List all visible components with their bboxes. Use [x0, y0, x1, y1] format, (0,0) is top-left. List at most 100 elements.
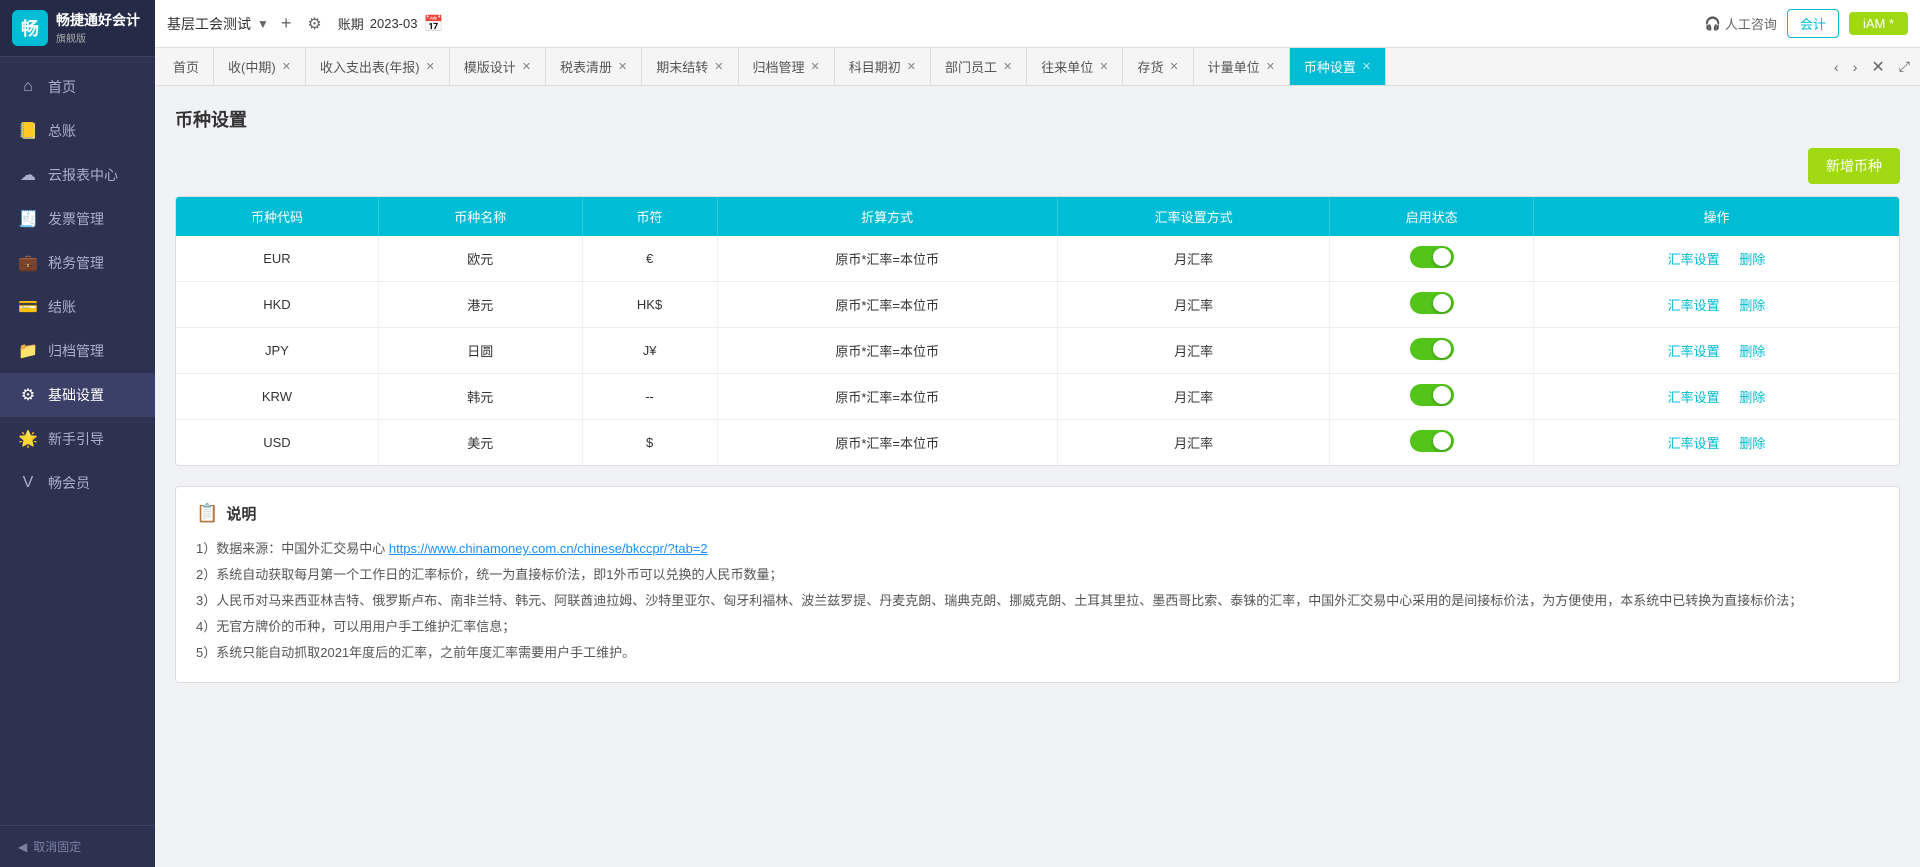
- sidebar-item-guide[interactable]: 🌟 新手引导: [0, 417, 155, 461]
- sidebar-item-reports[interactable]: ☁ 云报表中心: [0, 153, 155, 197]
- tab-prev-button[interactable]: ‹: [1828, 57, 1845, 77]
- topbar-settings-icon[interactable]: ⚙: [303, 14, 325, 34]
- note-item-2: 2）系统自动获取每月第一个工作日的汇率标价，统一为直接标价法，即1外币可以兑换的…: [196, 562, 1879, 588]
- tab-template[interactable]: 模版设计 ✕: [450, 48, 546, 86]
- toggle-status[interactable]: [1410, 246, 1454, 268]
- tab-period[interactable]: 期末结转 ✕: [642, 48, 738, 86]
- tab-period-close[interactable]: ✕: [714, 60, 723, 73]
- cell-rate-type: 月汇率: [1057, 420, 1329, 466]
- tab-currency-close[interactable]: ✕: [1362, 60, 1371, 73]
- tab-dept[interactable]: 部门员工 ✕: [931, 48, 1027, 86]
- tab-income-close[interactable]: ✕: [426, 60, 435, 73]
- sidebar-item-home[interactable]: ⌂ 首页: [0, 65, 155, 109]
- cell-status: [1330, 236, 1534, 282]
- user-badge[interactable]: iAM *: [1849, 12, 1908, 35]
- rate-setting-link[interactable]: 汇率设置: [1668, 298, 1720, 313]
- cell-status: [1330, 374, 1534, 420]
- cell-symbol: HK$: [582, 282, 717, 328]
- delete-link[interactable]: 删除: [1739, 298, 1765, 313]
- tab-taxclear[interactable]: 税表清册 ✕: [546, 48, 642, 86]
- tab-dept-close[interactable]: ✕: [1003, 60, 1012, 73]
- account-type-button[interactable]: 会计: [1787, 9, 1839, 38]
- sidebar-unpin[interactable]: ◀ 取消固定: [0, 825, 155, 867]
- tab-measure-close[interactable]: ✕: [1266, 60, 1275, 73]
- delete-link[interactable]: 删除: [1739, 390, 1765, 405]
- tab-contacts-close[interactable]: ✕: [1099, 60, 1108, 73]
- sidebar-item-member[interactable]: V 畅会员: [0, 461, 155, 505]
- toggle-status[interactable]: [1410, 292, 1454, 314]
- rate-setting-link[interactable]: 汇率设置: [1668, 436, 1720, 451]
- col-name: 币种名称: [378, 197, 582, 236]
- tabbar: 首页 收(中期) ✕ 收入支出表(年报) ✕ 模版设计 ✕ 税表清册 ✕ 期末结…: [155, 48, 1920, 86]
- sidebar-item-label: 总账: [48, 121, 76, 141]
- company-name: 基层工会测试: [167, 14, 251, 34]
- cell-rate-type: 月汇率: [1057, 328, 1329, 374]
- sidebar-item-settings[interactable]: ⚙ 基础设置: [0, 373, 155, 417]
- sidebar-item-ledger[interactable]: 📒 总账: [0, 109, 155, 153]
- sidebar-item-archive[interactable]: 📁 归档管理: [0, 329, 155, 373]
- tab-inventory[interactable]: 存货 ✕: [1123, 48, 1193, 86]
- cell-status: [1330, 328, 1534, 374]
- delete-link[interactable]: 删除: [1739, 436, 1765, 451]
- cell-rate-type: 月汇率: [1057, 236, 1329, 282]
- notes-link[interactable]: https://www.chinamoney.com.cn/chinese/bk…: [389, 541, 708, 556]
- delete-link[interactable]: 删除: [1739, 252, 1765, 267]
- sidebar-item-checkout[interactable]: 💳 结账: [0, 285, 155, 329]
- logo-text-wrap: 畅捷通好会计 旗舰版: [56, 11, 140, 44]
- note-item-5: 5）系统只能自动抓取2021年度后的汇率，之前年度汇率需要用户手工维护。: [196, 640, 1879, 666]
- rate-setting-link[interactable]: 汇率设置: [1668, 390, 1720, 405]
- company-selector[interactable]: 基层工会测试 ▼: [167, 14, 269, 34]
- checkout-icon: 💳: [18, 297, 38, 317]
- rate-setting-link[interactable]: 汇率设置: [1668, 252, 1720, 267]
- rate-setting-link[interactable]: 汇率设置: [1668, 344, 1720, 359]
- tab-balance-close[interactable]: ✕: [282, 60, 291, 73]
- table-row: HKD 港元 HK$ 原币*汇率=本位币 月汇率 汇率设置 删除: [176, 282, 1899, 328]
- tabbar-nav-controls: ‹ › ✕ ⤢: [1828, 55, 1916, 79]
- sidebar-item-label: 税务管理: [48, 253, 104, 273]
- tab-contacts[interactable]: 往来单位 ✕: [1027, 48, 1123, 86]
- notes-title: 📋 说明: [196, 503, 1879, 524]
- tab-expand-button[interactable]: ⤢: [1893, 56, 1916, 77]
- cell-name: 美元: [378, 420, 582, 466]
- tab-measure[interactable]: 计量单位 ✕: [1194, 48, 1290, 86]
- cell-name: 港元: [378, 282, 582, 328]
- sidebar-item-invoice[interactable]: 🧾 发票管理: [0, 197, 155, 241]
- headset-icon: 🎧: [1705, 16, 1721, 32]
- notes-title-text: 说明: [226, 503, 256, 524]
- sidebar-item-label: 首页: [48, 77, 76, 97]
- tab-income-label: 收入支出表(年报): [320, 57, 420, 76]
- guide-icon: 🌟: [18, 429, 38, 449]
- tab-currency[interactable]: 币种设置 ✕: [1290, 48, 1386, 86]
- tab-home[interactable]: 首页: [159, 48, 214, 86]
- cell-code: USD: [176, 420, 378, 466]
- toggle-status[interactable]: [1410, 430, 1454, 452]
- cell-rate-type: 月汇率: [1057, 374, 1329, 420]
- new-currency-button[interactable]: 新增币种: [1808, 148, 1900, 184]
- help-button[interactable]: 🎧 人工咨询: [1705, 14, 1777, 33]
- toggle-status[interactable]: [1410, 338, 1454, 360]
- cell-symbol: J¥: [582, 328, 717, 374]
- cell-symbol: $: [582, 420, 717, 466]
- topbar: 基层工会测试 ▼ + ⚙ 账期 2023-03 📅 🎧 人工咨询 会计 iAM …: [155, 0, 1920, 48]
- tab-archive-close[interactable]: ✕: [811, 60, 820, 73]
- tab-subjects-close[interactable]: ✕: [907, 60, 916, 73]
- tab-balance[interactable]: 收(中期) ✕: [214, 48, 306, 86]
- note-item-4: 4）无官方牌价的币种，可以用用户手工维护汇率信息；: [196, 614, 1879, 640]
- tab-income[interactable]: 收入支出表(年报) ✕: [306, 48, 450, 86]
- tab-close-all-button[interactable]: ✕: [1865, 55, 1890, 79]
- calendar-icon[interactable]: 📅: [423, 14, 443, 34]
- tab-next-button[interactable]: ›: [1847, 57, 1864, 77]
- delete-link[interactable]: 删除: [1739, 344, 1765, 359]
- company-dropdown-icon: ▼: [257, 17, 269, 31]
- tab-template-close[interactable]: ✕: [522, 60, 531, 73]
- sidebar-item-tax[interactable]: 💼 税务管理: [0, 241, 155, 285]
- toggle-status[interactable]: [1410, 384, 1454, 406]
- tab-inventory-close[interactable]: ✕: [1169, 60, 1178, 73]
- sidebar-nav: ⌂ 首页 📒 总账 ☁ 云报表中心 🧾 发票管理 💼 税务管理 💳 结账 📁 归…: [0, 57, 155, 825]
- tab-subjects[interactable]: 科目期初 ✕: [835, 48, 931, 86]
- add-tab-icon[interactable]: +: [277, 13, 296, 34]
- tab-subjects-label: 科目期初: [849, 57, 901, 76]
- unpin-icon: ◀: [18, 840, 27, 854]
- tab-archive[interactable]: 归档管理 ✕: [739, 48, 835, 86]
- tab-taxclear-close[interactable]: ✕: [618, 60, 627, 73]
